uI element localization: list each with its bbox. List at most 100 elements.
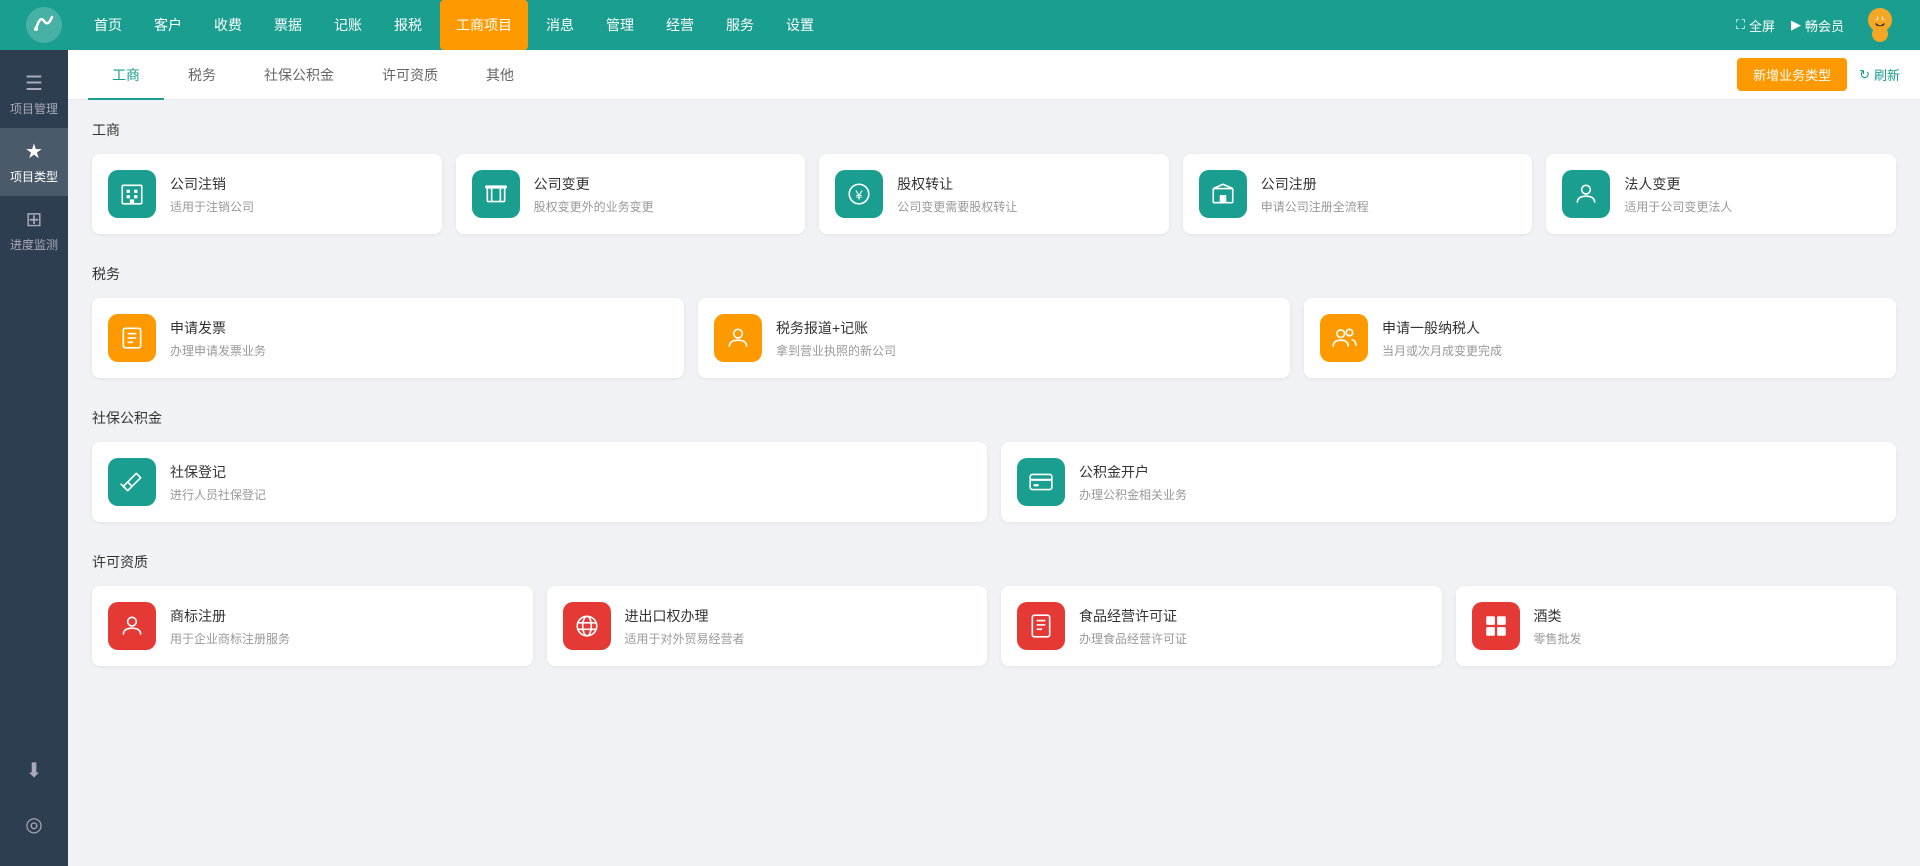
service-card-0-1[interactable]: 公司变更股权变更外的业务变更 (456, 154, 806, 234)
section-title-2: 社保公积金 (92, 408, 1896, 428)
vip-icon: ▶ (1791, 17, 1801, 33)
add-business-type-button[interactable]: 新增业务类型 (1737, 58, 1847, 91)
card-icon-0-2: ¥ (835, 170, 883, 218)
sidebar-item-progress-monitor[interactable]: ⊞ 进度监测 (0, 196, 68, 264)
card-icon-0-3 (1199, 170, 1247, 218)
nav-right: ⛶ 全屏 ▶ 畅会员 (1736, 4, 1900, 47)
tab-其他[interactable]: 其他 (462, 51, 538, 100)
svg-text:¥: ¥ (855, 187, 864, 202)
card-desc-0-2: 公司变更需要股权转让 (897, 198, 1017, 215)
tab-bar: 工商税务社保公积金许可资质其他 新增业务类型 ↻ 刷新 (68, 50, 1920, 100)
service-card-3-1[interactable]: 进出口权办理适用于对外贸易经营者 (547, 586, 988, 666)
card-title-3-3: 酒类 (1534, 606, 1582, 626)
service-card-1-1[interactable]: 税务报道+记账拿到营业执照的新公司 (698, 298, 1290, 378)
card-title-1-2: 申请一般纳税人 (1382, 318, 1502, 338)
sidebar-item-project-type[interactable]: ★ 项目类型 (0, 128, 68, 196)
card-text-1-0: 申请发票办理申请发票业务 (170, 318, 266, 359)
card-text-2-0: 社保登记进行人员社保登记 (170, 462, 266, 503)
nav-item-记账[interactable]: 记账 (318, 0, 378, 50)
fullscreen-button[interactable]: ⛶ 全屏 (1736, 16, 1775, 35)
refresh-label: 刷新 (1874, 65, 1900, 84)
card-desc-2-1: 办理公积金相关业务 (1079, 486, 1187, 503)
card-text-1-1: 税务报道+记账拿到营业执照的新公司 (776, 318, 896, 359)
download-icon-button[interactable]: ⬇ (0, 748, 68, 792)
nav-item-服务[interactable]: 服务 (710, 0, 770, 50)
nav-item-消息[interactable]: 消息 (530, 0, 590, 50)
card-desc-2-0: 进行人员社保登记 (170, 486, 266, 503)
tab-许可资质[interactable]: 许可资质 (358, 51, 462, 100)
nav-item-收费[interactable]: 收费 (198, 0, 258, 50)
nav-item-设置[interactable]: 设置 (770, 0, 830, 50)
section-0: 工商公司注销适用于注销公司 公司变更股权变更外的业务变更 ¥ 股权转让公司变更需要股权… (92, 120, 1896, 234)
card-text-3-0: 商标注册用于企业商标注册服务 (170, 606, 290, 647)
service-card-0-3[interactable]: 公司注册申请公司注册全流程 (1183, 154, 1533, 234)
card-desc-0-0: 适用于注销公司 (170, 198, 254, 215)
service-card-3-3[interactable]: 酒类零售批发 (1456, 586, 1897, 666)
section-title-0: 工商 (92, 120, 1896, 140)
card-desc-0-4: 适用于公司变更法人 (1624, 198, 1732, 215)
card-icon-3-2 (1017, 602, 1065, 650)
top-navigation: 首页客户收费票据记账报税工商项目消息管理经营服务设置 ⛶ 全屏 ▶ 畅会员 (0, 0, 1920, 50)
card-text-3-2: 食品经营许可证办理食品经营许可证 (1079, 606, 1187, 647)
nav-item-工商项目[interactable]: 工商项目 (440, 0, 528, 50)
nav-item-报税[interactable]: 报税 (378, 0, 438, 50)
card-icon-1-0 (108, 314, 156, 362)
tabs: 工商税务社保公积金许可资质其他 (88, 50, 538, 99)
main-layout: ☰ 项目管理 ★ 项目类型 ⊞ 进度监测 ⬇ ◎ 工商税务社保公积金许可资质其他… (0, 50, 1920, 866)
fullscreen-icon: ⛶ (1736, 17, 1745, 33)
card-desc-0-1: 股权变更外的业务变更 (534, 198, 654, 215)
service-card-3-0[interactable]: 商标注册用于企业商标注册服务 (92, 586, 533, 666)
nav-item-首页[interactable]: 首页 (78, 0, 138, 50)
section-3: 许可资质商标注册用于企业商标注册服务进出口权办理适用于对外贸易经营者食品经营许可… (92, 552, 1896, 666)
card-title-0-1: 公司变更 (534, 174, 654, 194)
sidebar-item-project-management[interactable]: ☰ 项目管理 (0, 60, 68, 128)
service-card-3-2[interactable]: 食品经营许可证办理食品经营许可证 (1001, 586, 1442, 666)
service-card-1-0[interactable]: 申请发票办理申请发票业务 (92, 298, 684, 378)
grid-icon: ⊞ (26, 207, 43, 232)
tab-社保公积金[interactable]: 社保公积金 (240, 51, 358, 100)
card-desc-3-1: 适用于对外贸易经营者 (625, 630, 745, 647)
card-icon-1-2 (1320, 314, 1368, 362)
vip-button[interactable]: ▶ 畅会员 (1791, 16, 1844, 35)
service-card-1-2[interactable]: 申请一般纳税人当月或次月成变更完成 (1304, 298, 1896, 378)
refresh-button[interactable]: ↻ 刷新 (1859, 65, 1900, 84)
sidebar-label-project-management: 项目管理 (10, 100, 58, 117)
service-card-0-2[interactable]: ¥ 股权转让公司变更需要股权转让 (819, 154, 1169, 234)
nav-item-票据[interactable]: 票据 (258, 0, 318, 50)
card-desc-3-0: 用于企业商标注册服务 (170, 630, 290, 647)
service-card-2-0[interactable]: 社保登记进行人员社保登记 (92, 442, 987, 522)
card-title-0-3: 公司注册 (1261, 174, 1369, 194)
card-text-0-1: 公司变更股权变更外的业务变更 (534, 174, 654, 215)
tab-税务[interactable]: 税务 (164, 51, 240, 100)
card-desc-3-3: 零售批发 (1534, 630, 1582, 647)
card-icon-2-1 (1017, 458, 1065, 506)
tab-工商[interactable]: 工商 (88, 51, 164, 100)
service-card-0-4[interactable]: 法人变更适用于公司变更法人 (1546, 154, 1896, 234)
tab-actions: 新增业务类型 ↻ 刷新 (1737, 58, 1900, 91)
nav-item-管理[interactable]: 管理 (590, 0, 650, 50)
card-text-3-1: 进出口权办理适用于对外贸易经营者 (625, 606, 745, 647)
nav-item-客户[interactable]: 客户 (138, 0, 198, 50)
card-text-0-3: 公司注册申请公司注册全流程 (1261, 174, 1369, 215)
card-desc-1-0: 办理申请发票业务 (170, 342, 266, 359)
card-icon-3-1 (563, 602, 611, 650)
location-icon-button[interactable]: ◎ (0, 802, 68, 846)
card-desc-3-2: 办理食品经营许可证 (1079, 630, 1187, 647)
nav-item-经营[interactable]: 经营 (650, 0, 710, 50)
card-icon-0-1 (472, 170, 520, 218)
card-title-2-1: 公积金开户 (1079, 462, 1187, 482)
content-area: 工商公司注销适用于注销公司 公司变更股权变更外的业务变更 ¥ 股权转让公司变更需要股权… (68, 100, 1920, 866)
card-text-0-4: 法人变更适用于公司变更法人 (1624, 174, 1732, 215)
card-desc-1-2: 当月或次月成变更完成 (1382, 342, 1502, 359)
card-title-0-2: 股权转让 (897, 174, 1017, 194)
card-text-0-0: 公司注销适用于注销公司 (170, 174, 254, 215)
sidebar: ☰ 项目管理 ★ 项目类型 ⊞ 进度监测 ⬇ ◎ (0, 50, 68, 866)
logo-icon (26, 7, 62, 43)
card-icon-3-3 (1472, 602, 1520, 650)
service-card-2-1[interactable]: 公积金开户办理公积金相关业务 (1001, 442, 1896, 522)
service-card-0-0[interactable]: 公司注销适用于注销公司 (92, 154, 442, 234)
card-title-1-0: 申请发票 (170, 318, 266, 338)
vip-label: 畅会员 (1805, 16, 1844, 35)
card-title-0-0: 公司注销 (170, 174, 254, 194)
section-2: 社保公积金社保登记进行人员社保登记 公积金开户办理公积金相关业务 (92, 408, 1896, 522)
